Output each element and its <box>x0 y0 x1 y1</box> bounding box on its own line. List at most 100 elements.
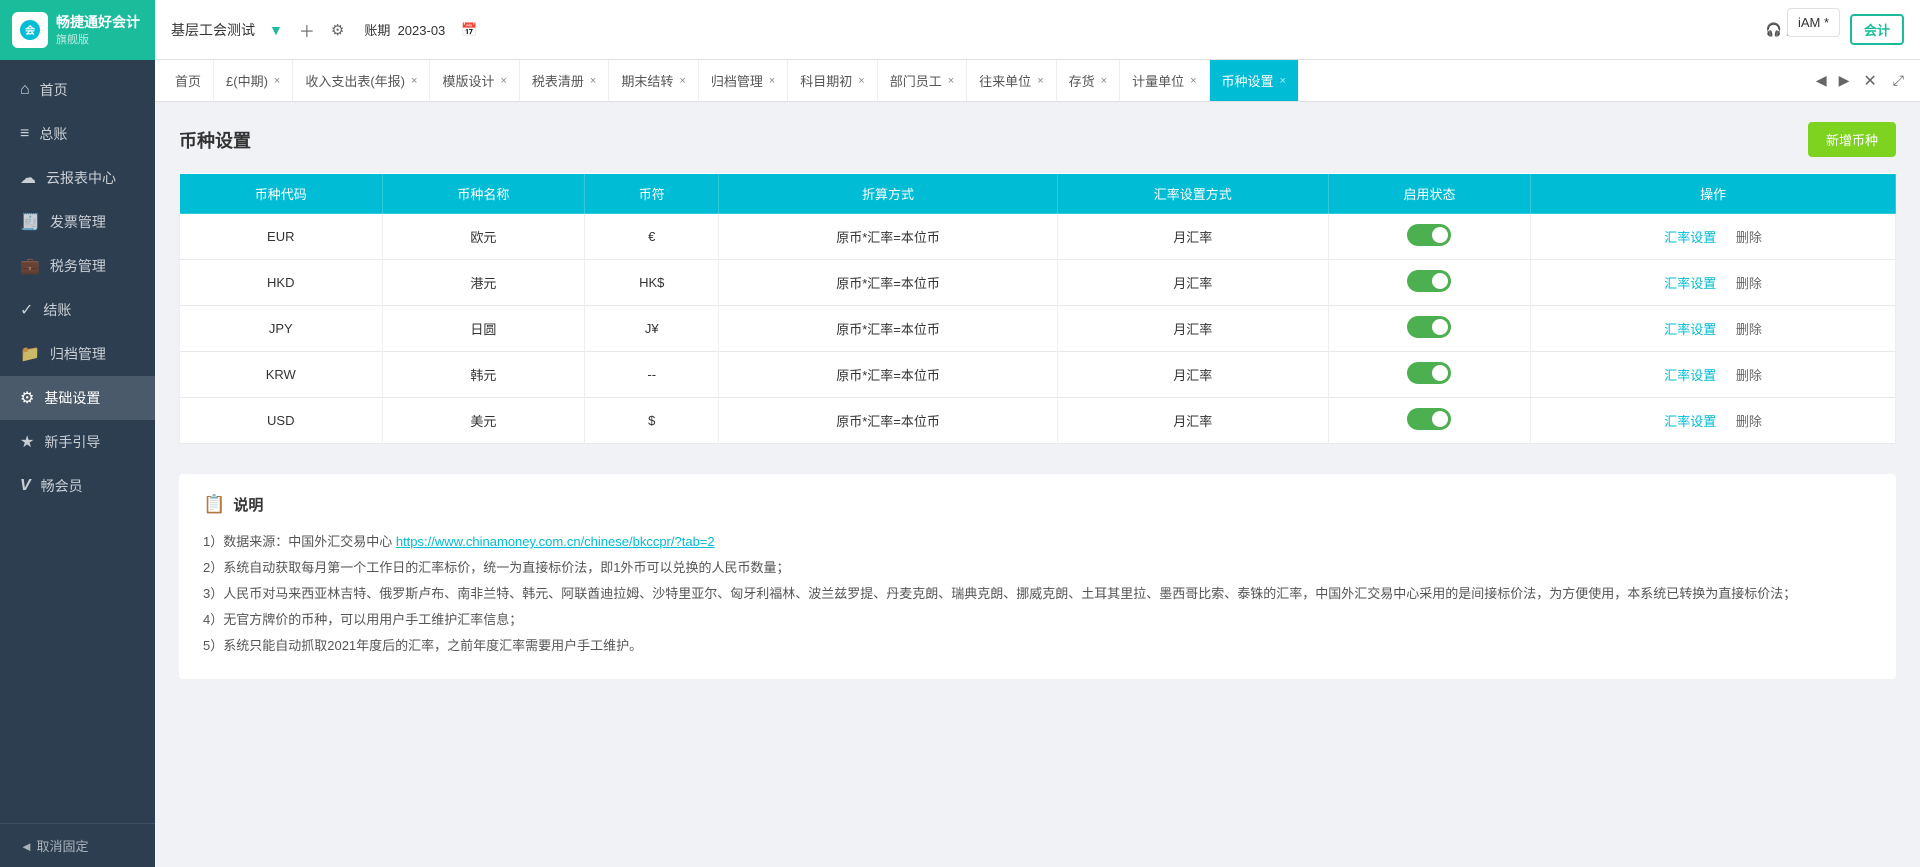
rate-settings-link-3[interactable]: 汇率设置 <box>1664 368 1716 383</box>
period-text: 账期 <box>364 23 394 38</box>
cell-method-1: 原币*汇率=本位币 <box>719 260 1057 306</box>
tab-balance[interactable]: £(中期) × <box>214 60 293 102</box>
tab-counterpart[interactable]: 往来单位 × <box>967 60 1056 102</box>
toggle-1[interactable] <box>1407 270 1451 292</box>
sidebar-item-ledger[interactable]: ≡ 总账 <box>0 112 155 156</box>
delete-link-1[interactable]: 删除 <box>1736 276 1762 291</box>
sidebar-pin-toggle[interactable]: ◄ 取消固定 <box>0 823 155 867</box>
toggle-knob-4 <box>1432 411 1448 427</box>
tab-subject-init-close[interactable]: × <box>858 75 864 87</box>
notes-title: 📋 说明 <box>203 494 1872 515</box>
ledger-icon: ≡ <box>20 125 29 143</box>
table-row: HKD 港元 HK$ 原币*汇率=本位币 月汇率 汇率设置 删除 <box>180 260 1896 306</box>
sidebar-item-reports[interactable]: ☁ 云报表中心 <box>0 156 155 200</box>
topbar: 基层工会测试 ▼ ＋ ⚙ 账期 2023-03 📅 🎧 人工咨询 会计 iAM … <box>155 0 1920 60</box>
sidebar: 会 畅捷通好会计 旗舰版 ⌂ 首页 ≡ 总账 ☁ 云报表中心 🧾 发票管理 💼 … <box>0 0 155 867</box>
tab-income[interactable]: 收入支出表(年报) × <box>293 60 430 102</box>
add-company-icon[interactable]: ＋ <box>299 18 315 42</box>
tab-home-label: 首页 <box>175 71 201 90</box>
tab-balance-close[interactable]: × <box>274 75 280 87</box>
rate-settings-link-1[interactable]: 汇率设置 <box>1664 276 1716 291</box>
col-status: 启用状态 <box>1328 174 1531 214</box>
tab-tax-close[interactable]: × <box>590 75 596 87</box>
sidebar-item-invoice[interactable]: 🧾 发票管理 <box>0 200 155 244</box>
cell-rate-type-3: 月汇率 <box>1057 352 1328 398</box>
tab-dept-label: 部门员工 <box>890 71 942 90</box>
main-area: 基层工会测试 ▼ ＋ ⚙ 账期 2023-03 📅 🎧 人工咨询 会计 iAM … <box>155 0 1920 867</box>
rate-settings-link-4[interactable]: 汇率设置 <box>1664 414 1716 429</box>
sidebar-logo: 会 畅捷通好会计 旗舰版 <box>0 0 155 60</box>
delete-link-4[interactable]: 删除 <box>1736 414 1762 429</box>
tab-unit[interactable]: 计量单位 × <box>1120 60 1209 102</box>
rate-settings-link-2[interactable]: 汇率设置 <box>1664 322 1716 337</box>
sidebar-item-label: 基础设置 <box>44 388 100 408</box>
sidebar-item-member[interactable]: V 畅会员 <box>0 464 155 508</box>
sidebar-item-label: 结账 <box>43 300 71 320</box>
guide-icon: ★ <box>20 432 34 452</box>
toggle-4[interactable] <box>1407 408 1451 430</box>
cell-name-2: 日圆 <box>382 306 585 352</box>
tab-prev-icon[interactable]: ◀ <box>1810 68 1833 93</box>
tab-dept-close[interactable]: × <box>948 75 954 87</box>
tab-next-icon[interactable]: ▶ <box>1833 68 1856 93</box>
sidebar-item-guide[interactable]: ★ 新手引导 <box>0 420 155 464</box>
tab-archive[interactable]: 归档管理 × <box>699 60 788 102</box>
calendar-icon[interactable]: 📅 <box>461 22 477 38</box>
sidebar-item-label: 云报表中心 <box>46 168 116 188</box>
toggle-knob-3 <box>1432 365 1448 381</box>
sidebar-item-archive[interactable]: 📁 归档管理 <box>0 332 155 376</box>
tab-close-all-icon[interactable]: ✕ <box>1855 67 1884 95</box>
delete-link-2[interactable]: 删除 <box>1736 322 1762 337</box>
company-settings-icon[interactable]: ⚙ <box>331 21 344 39</box>
delete-link-0[interactable]: 删除 <box>1736 230 1762 245</box>
rate-settings-link-0[interactable]: 汇率设置 <box>1664 230 1716 245</box>
tab-inventory-close[interactable]: × <box>1101 75 1107 87</box>
sidebar-item-label: 畅会员 <box>41 476 83 496</box>
tab-inventory[interactable]: 存货 × <box>1057 60 1120 102</box>
col-name: 币种名称 <box>382 174 585 214</box>
sidebar-item-home[interactable]: ⌂ 首页 <box>0 68 155 112</box>
tab-template[interactable]: 模版设计 × <box>430 60 519 102</box>
delete-link-3[interactable]: 删除 <box>1736 368 1762 383</box>
toggle-2[interactable] <box>1407 316 1451 338</box>
cell-method-4: 原币*汇率=本位币 <box>719 398 1057 444</box>
tab-counterpart-close[interactable]: × <box>1037 75 1043 87</box>
sidebar-item-label: 首页 <box>40 80 68 100</box>
cell-rate-type-1: 月汇率 <box>1057 260 1328 306</box>
cell-rate-type-2: 月汇率 <box>1057 306 1328 352</box>
tab-period-end-close[interactable]: × <box>679 75 685 87</box>
tab-archive-close[interactable]: × <box>769 75 775 87</box>
tab-expand-icon[interactable]: ⤢ <box>1885 68 1912 93</box>
sidebar-item-settings[interactable]: ⚙ 基础设置 <box>0 376 155 420</box>
tab-tax[interactable]: 税表清册 × <box>520 60 609 102</box>
company-name: 基层工会测试 <box>171 20 255 40</box>
sidebar-item-tax[interactable]: 💼 税务管理 <box>0 244 155 288</box>
tab-currency-close[interactable]: × <box>1280 75 1286 87</box>
company-dropdown-icon[interactable]: ▼ <box>269 22 283 38</box>
tab-income-close[interactable]: × <box>411 75 417 87</box>
kuaiji-button[interactable]: 会计 <box>1850 14 1904 45</box>
notes-icon: 📋 <box>203 494 225 515</box>
tab-period-end[interactable]: 期末结转 × <box>609 60 698 102</box>
tab-balance-label: £(中期) <box>226 71 268 90</box>
tab-currency[interactable]: 币种设置 × <box>1210 60 1299 102</box>
tab-template-close[interactable]: × <box>500 75 506 87</box>
tab-subject-init[interactable]: 科目期初 × <box>788 60 877 102</box>
sidebar-item-checkout[interactable]: ✓ 结账 <box>0 288 155 332</box>
note-3: 3）人民币对马来西亚林吉特、俄罗斯卢布、南非兰特、韩元、阿联酋迪拉姆、沙特里亚尔… <box>203 581 1872 607</box>
tab-dept[interactable]: 部门员工 × <box>878 60 967 102</box>
tab-template-label: 模版设计 <box>442 71 494 90</box>
tab-home[interactable]: 首页 <box>163 60 214 102</box>
cell-actions-4: 汇率设置 删除 <box>1531 398 1896 444</box>
note-4: 4）无官方牌价的币种，可以用用户手工维护汇率信息； <box>203 607 1872 633</box>
tab-currency-label: 币种设置 <box>1222 71 1274 90</box>
tab-unit-close[interactable]: × <box>1190 75 1196 87</box>
new-currency-button[interactable]: 新增币种 <box>1808 122 1896 157</box>
col-method: 折算方式 <box>719 174 1057 214</box>
page-title: 币种设置 <box>179 127 251 153</box>
toggle-3[interactable] <box>1407 362 1451 384</box>
sidebar-item-label: 总账 <box>39 124 67 144</box>
chinamoney-link[interactable]: https://www.chinamoney.com.cn/chinese/bk… <box>396 534 715 549</box>
tab-income-label: 收入支出表(年报) <box>305 71 405 90</box>
toggle-0[interactable] <box>1407 224 1451 246</box>
